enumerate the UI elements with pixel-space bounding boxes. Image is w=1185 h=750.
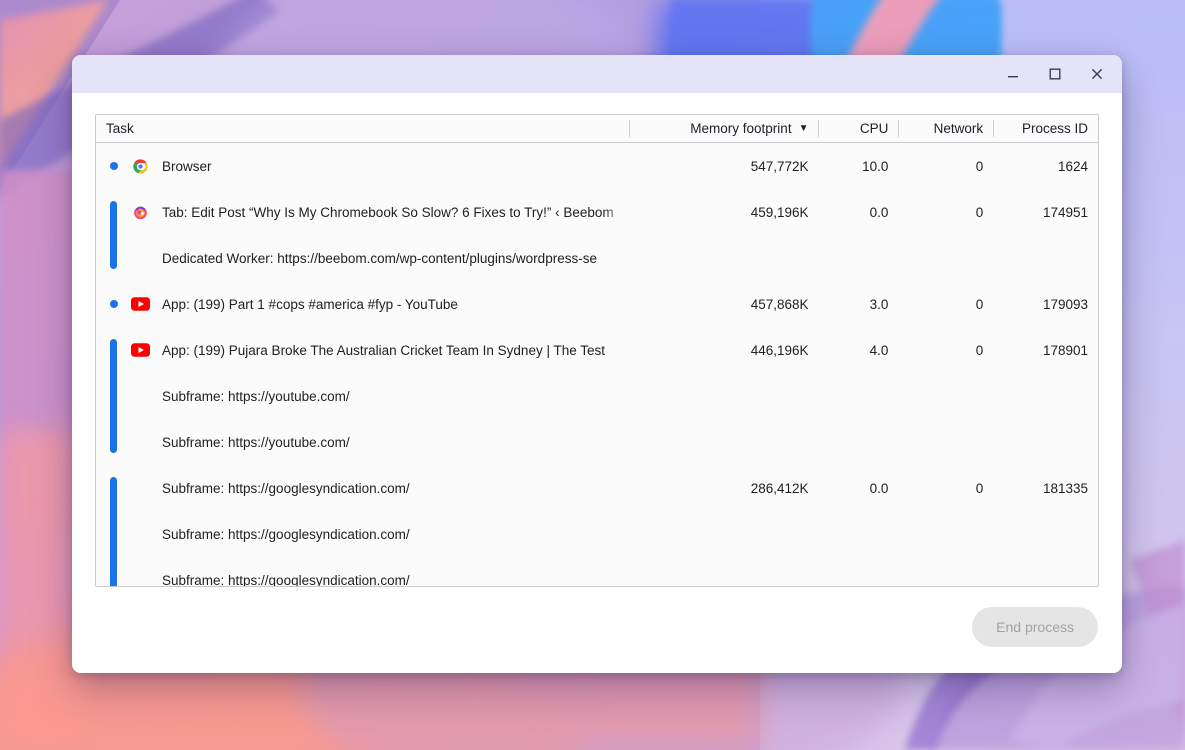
table-row[interactable]: Subframe: https://googlesyndication.com/… (96, 465, 1098, 511)
process-group-indicator (106, 143, 130, 189)
column-header-task-label: Task (106, 121, 134, 136)
desktop: Task Memory footprint ▼ CPU Network Proc… (0, 0, 1185, 750)
task-label: Subframe: https://googlesyndication.com/ (162, 572, 410, 587)
cpu-cell: 4.0 (869, 342, 889, 358)
table-row[interactable]: Browser 547,772K 10.0 0 1624 (96, 143, 1098, 189)
maximize-button[interactable] (1034, 57, 1076, 91)
column-header-cpu[interactable]: CPU (818, 115, 898, 142)
table-row[interactable]: Dedicated Worker: https://beebom.com/wp-… (96, 235, 1098, 281)
task-cell: Subframe: https://googlesyndication.com/ (96, 557, 629, 587)
column-header-cpu-label: CPU (859, 121, 889, 136)
process-dot-icon (110, 162, 118, 170)
youtube-icon (130, 343, 150, 357)
task-label: Subframe: https://youtube.com/ (162, 434, 350, 450)
task-label: Subframe: https://youtube.com/ (162, 388, 350, 404)
task-cell: Dedicated Worker: https://beebom.com/wp-… (96, 235, 629, 281)
youtube-icon (130, 297, 150, 311)
network-cell: 0 (975, 480, 984, 496)
process-id-cell: 178901 (1042, 342, 1089, 358)
column-header-memory[interactable]: Memory footprint ▼ (628, 115, 819, 142)
cpu-cell: 0.0 (869, 204, 889, 220)
network-cell: 0 (975, 204, 984, 220)
cpu-cell: 10.0 (862, 158, 889, 174)
column-header-task[interactable]: Task (96, 115, 629, 142)
table-row[interactable]: Subframe: https://youtube.com/ (96, 373, 1098, 419)
table-row[interactable]: Subframe: https://youtube.com/ (96, 419, 1098, 465)
table-row[interactable]: App: (199) Part 1 #cops #america #fyp - … (96, 281, 1098, 327)
column-header-process-id[interactable]: Process ID (993, 115, 1098, 142)
column-header-network-label: Network (933, 121, 984, 136)
window-body: Task Memory footprint ▼ CPU Network Proc… (72, 93, 1122, 673)
network-cell: 0 (975, 158, 984, 174)
process-table: Task Memory footprint ▼ CPU Network Proc… (95, 114, 1099, 587)
end-process-button[interactable]: End process (972, 607, 1098, 647)
task-label: App: (199) Pujara Broke The Australian C… (162, 342, 605, 358)
process-group-bar (110, 339, 117, 453)
minimize-button[interactable] (992, 57, 1034, 91)
task-cell: Subframe: https://googlesyndication.com/ (96, 511, 629, 557)
task-cell: Browser (96, 143, 629, 189)
maximize-icon (1049, 68, 1061, 80)
task-label: Tab: Edit Post “Why Is My Chromebook So … (162, 204, 614, 220)
youtube-icon (130, 343, 150, 357)
column-header-network[interactable]: Network (898, 115, 993, 142)
cpu-cell: 0.0 (869, 480, 889, 496)
close-button[interactable] (1076, 57, 1118, 91)
process-group-indicator (106, 281, 130, 327)
task-manager-window: Task Memory footprint ▼ CPU Network Proc… (72, 55, 1122, 673)
cpu-cell: 3.0 (869, 296, 889, 312)
beebom-favicon (133, 206, 147, 219)
process-id-cell: 174951 (1042, 204, 1089, 220)
table-header-row: Task Memory footprint ▼ CPU Network Proc… (96, 115, 1098, 143)
table-row[interactable]: Tab: Edit Post “Why Is My Chromebook So … (96, 189, 1098, 235)
minimize-icon (1008, 76, 1018, 78)
memory-cell: 457,868K (750, 296, 809, 312)
memory-cell: 286,412K (750, 480, 809, 496)
process-dot-icon (110, 300, 118, 308)
sort-descending-icon: ▼ (798, 122, 809, 134)
process-group-bar (110, 201, 117, 269)
task-cell: App: (199) Part 1 #cops #america #fyp - … (96, 281, 629, 327)
memory-cell: 459,196K (750, 204, 809, 220)
network-cell: 0 (975, 296, 984, 312)
close-icon (1091, 68, 1103, 80)
chrome-icon (132, 158, 148, 174)
process-id-cell: 1624 (1057, 158, 1089, 174)
table-body[interactable]: Browser 547,772K 10.0 0 1624 Tab: Edit Post … (96, 143, 1098, 586)
window-titlebar (72, 55, 1122, 93)
task-label: Subframe: https://googlesyndication.com/ (162, 526, 410, 542)
task-cell: Tab: Edit Post “Why Is My Chromebook So … (96, 189, 629, 235)
memory-cell: 446,196K (750, 342, 809, 358)
table-row[interactable]: Subframe: https://googlesyndication.com/ (96, 511, 1098, 557)
table-row[interactable]: Subframe: https://googlesyndication.com/ (96, 557, 1098, 587)
column-header-process-id-label: Process ID (1021, 121, 1088, 136)
process-id-cell: 181335 (1042, 480, 1089, 496)
task-cell: Subframe: https://youtube.com/ (96, 419, 629, 465)
window-footer: End process (95, 587, 1099, 673)
memory-cell: 547,772K (750, 158, 809, 174)
task-label: Browser (162, 158, 212, 174)
column-header-memory-label: Memory footprint (690, 121, 792, 136)
task-cell: App: (199) Pujara Broke The Australian C… (96, 327, 629, 373)
beebom-favicon (130, 205, 150, 220)
task-cell: Subframe: https://youtube.com/ (96, 373, 629, 419)
task-cell: Subframe: https://googlesyndication.com/ (96, 465, 629, 511)
table-row[interactable]: App: (199) Pujara Broke The Australian C… (96, 327, 1098, 373)
task-label: Subframe: https://googlesyndication.com/ (162, 480, 410, 496)
chrome-icon (130, 158, 150, 175)
process-id-cell: 179093 (1042, 296, 1089, 312)
youtube-icon (130, 297, 150, 311)
task-label: App: (199) Part 1 #cops #america #fyp - … (162, 296, 458, 312)
network-cell: 0 (975, 342, 984, 358)
process-group-bar (110, 477, 117, 586)
task-label: Dedicated Worker: https://beebom.com/wp-… (162, 250, 597, 266)
